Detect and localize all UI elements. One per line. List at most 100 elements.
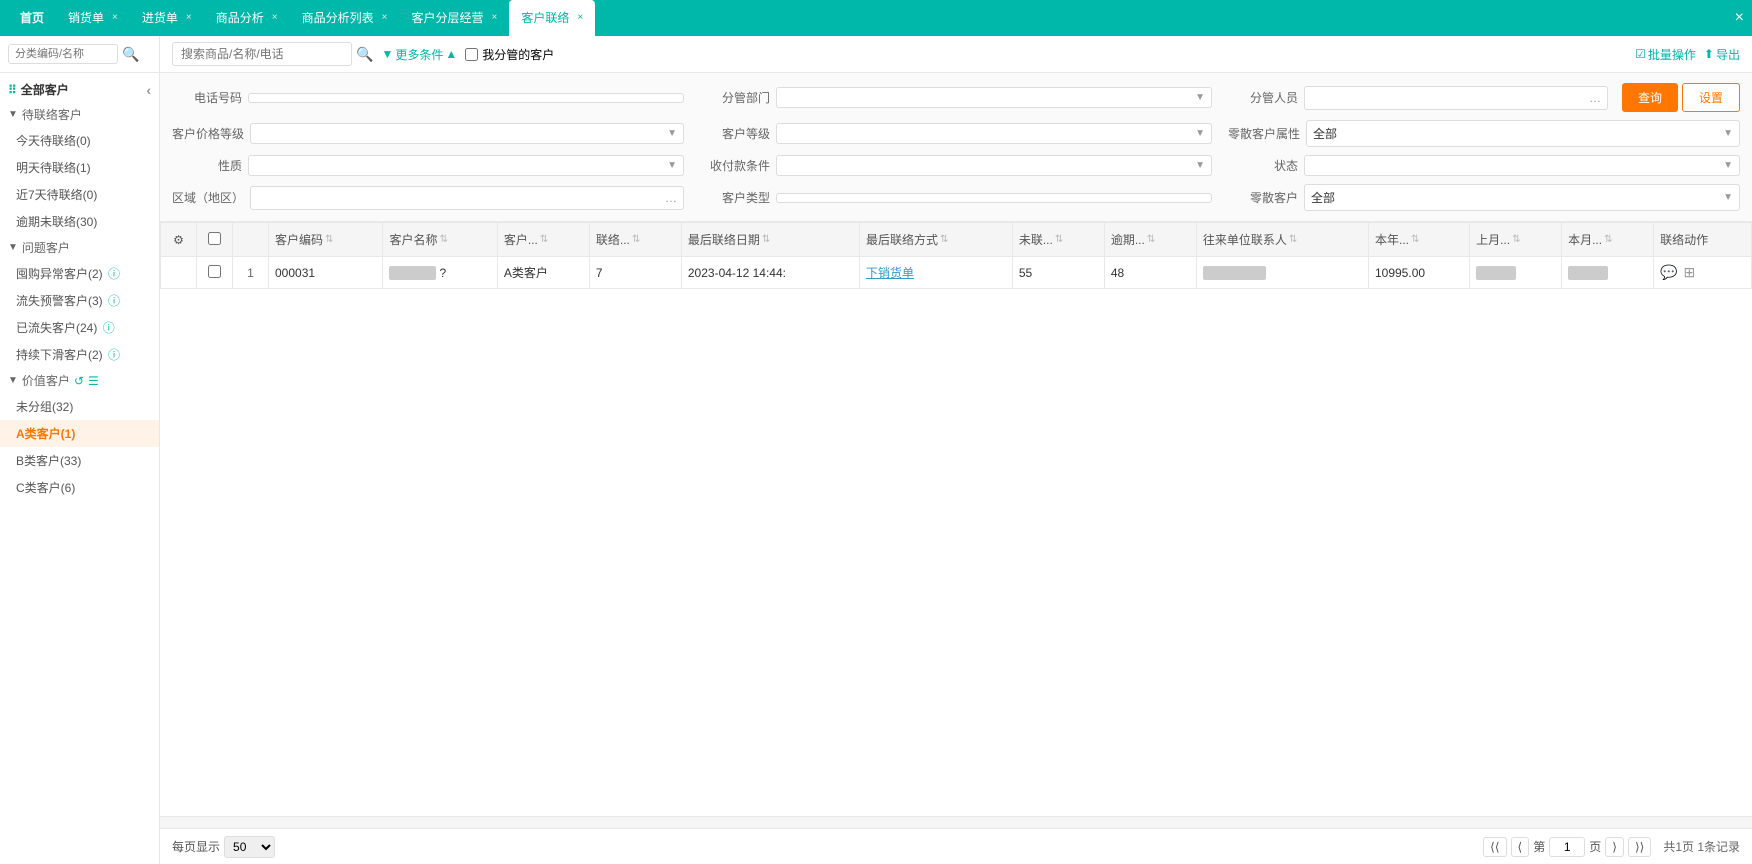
export-btn[interactable]: ⬆ 导出 — [1704, 46, 1740, 63]
close-product-analysis-list-icon[interactable]: × — [382, 0, 388, 36]
row-last-method[interactable]: 下销货单 — [859, 257, 1012, 289]
sort-contact-icon[interactable]: ⇅ — [632, 234, 640, 245]
filter-payment-select[interactable]: ▼ — [776, 155, 1212, 176]
filter-search-icon[interactable]: 🔍 — [356, 46, 373, 63]
th-name[interactable]: 客户名称 ⇅ — [383, 223, 497, 257]
sort-overdue-icon[interactable]: ⇅ — [1147, 234, 1155, 245]
current-page-input[interactable] — [1549, 837, 1585, 857]
th-last-month[interactable]: 上月... ⇅ — [1470, 223, 1562, 257]
my-customers-filter[interactable]: 我分管的客户 — [465, 46, 554, 63]
row-name[interactable]: Ea ? — [383, 257, 497, 289]
nav-home[interactable]: 首页 — [8, 0, 56, 36]
th-last-method[interactable]: 最后联络方式 ⇅ — [859, 223, 1012, 257]
filter-status-select[interactable]: ▼ — [1304, 155, 1740, 176]
sidebar-item-tomorrow-pending[interactable]: 明天待联络(1) — [0, 154, 159, 181]
sidebar-item-c-class[interactable]: C类客户(6) — [0, 474, 159, 501]
sidebar-item-churned[interactable]: 已流失客户(24) ⓘ — [0, 314, 159, 341]
sort-this-month-icon[interactable]: ⇅ — [1604, 234, 1612, 245]
sort-last-month-icon[interactable]: ⇅ — [1512, 234, 1520, 245]
close-purchase-order-icon[interactable]: × — [186, 0, 192, 36]
filter-region-input[interactable]: … — [250, 186, 684, 210]
sort-unit-contact-icon[interactable]: ⇅ — [1289, 234, 1297, 245]
sidebar-item-overdue-contact[interactable]: 逾期未联络(30) — [0, 208, 159, 235]
filter-search-input[interactable] — [172, 42, 352, 66]
sidebar-collapse-btn[interactable]: ‹ — [146, 82, 151, 98]
sidebar-item-b-class[interactable]: B类客户(33) — [0, 447, 159, 474]
sort-this-year-icon[interactable]: ⇅ — [1411, 234, 1419, 245]
close-sales-order-icon[interactable]: × — [112, 0, 118, 36]
value-group-refresh[interactable]: ↺ — [74, 374, 84, 388]
filter-manager-dots[interactable]: … — [1589, 91, 1601, 105]
settings-icon[interactable]: ⚙ — [173, 233, 184, 247]
close-all-tabs[interactable]: × — [1735, 9, 1744, 27]
filter-dept-select[interactable]: ▼ — [776, 87, 1212, 108]
next-page-btn[interactable]: ⟩ — [1605, 837, 1624, 857]
sidebar-group-value[interactable]: ▼ 价值客户 ↺ ☰ — [0, 368, 159, 393]
filter-region-dots[interactable]: … — [665, 191, 677, 205]
sort-last-method-icon[interactable]: ⇅ — [940, 234, 948, 245]
filter-retail-customer-select[interactable]: 全部 ▼ — [1304, 184, 1740, 211]
th-no-contact[interactable]: 未联... ⇅ — [1012, 223, 1104, 257]
close-customer-contact-icon[interactable]: × — [577, 0, 583, 36]
filter-retail-attr-select[interactable]: 全部 ▼ — [1306, 120, 1740, 147]
sort-code-icon[interactable]: ⇅ — [325, 234, 333, 245]
prev-page-btn[interactable]: ⟨ — [1511, 837, 1530, 857]
batch-ops-btn[interactable]: ☑ 批量操作 — [1635, 46, 1696, 63]
nav-product-analysis[interactable]: 商品分析 × — [204, 0, 290, 36]
sidebar-all-customers-header: ⠿ 全部客户 ‹ — [0, 73, 159, 102]
th-settings[interactable]: ⚙ — [161, 223, 197, 257]
nav-customer-contact[interactable]: 客户联络 × — [509, 0, 595, 36]
th-this-year[interactable]: 本年... ⇅ — [1368, 223, 1469, 257]
sidebar-search-icon[interactable]: 🔍 — [122, 46, 139, 63]
select-all-checkbox[interactable] — [208, 232, 221, 245]
sidebar-group-problem[interactable]: ▼ 问题客户 — [0, 235, 159, 260]
row-qr-icon[interactable]: ⊞ — [1684, 264, 1696, 281]
sidebar-item-ungrouped[interactable]: 未分组(32) — [0, 393, 159, 420]
close-product-analysis-icon[interactable]: × — [272, 0, 278, 36]
sidebar-item-hoarding-abnormal[interactable]: 囤购异常客户(2) ⓘ — [0, 260, 159, 287]
last-page-btn[interactable]: ⟩⟩ — [1628, 837, 1651, 857]
first-page-btn[interactable]: ⟨⟨ — [1483, 837, 1506, 857]
row-chat-icon[interactable]: 💬 — [1660, 264, 1677, 281]
nav-product-analysis-list[interactable]: 商品分析列表 × — [290, 0, 400, 36]
sidebar-item-a-class[interactable]: A类客户(1) — [0, 420, 159, 447]
sort-last-date-icon[interactable]: ⇅ — [762, 234, 770, 245]
filter-phone-input[interactable] — [248, 93, 684, 103]
th-type[interactable]: 客户... ⇅ — [497, 223, 589, 257]
h-scrollbar-area[interactable] — [160, 816, 1752, 828]
settings-button[interactable]: 设置 — [1682, 83, 1740, 112]
sidebar-item-churn-warning[interactable]: 流失预警客户(3) ⓘ — [0, 287, 159, 314]
query-button[interactable]: 查询 — [1622, 83, 1678, 112]
page-size-select[interactable]: 50 20 100 200 — [224, 836, 275, 858]
row-last-method-link[interactable]: 下销货单 — [866, 266, 914, 280]
filter-customer-level-select[interactable]: ▼ — [776, 123, 1212, 144]
close-customer-segment-icon[interactable]: × — [491, 0, 497, 36]
sidebar-item-7day-pending[interactable]: 近7天待联络(0) — [0, 181, 159, 208]
row-checkbox[interactable] — [208, 265, 221, 278]
sidebar-item-today-pending[interactable]: 今天待联络(0) — [0, 127, 159, 154]
filter-customer-type-input[interactable] — [776, 193, 1212, 203]
sort-no-contact-icon[interactable]: ⇅ — [1055, 234, 1063, 245]
th-contact[interactable]: 联络... ⇅ — [589, 223, 681, 257]
th-unit-contact[interactable]: 往来单位联系人 ⇅ — [1196, 223, 1368, 257]
value-group-settings[interactable]: ☰ — [88, 374, 99, 388]
filter-manager-input[interactable]: … — [1304, 86, 1608, 110]
sidebar-group-pending[interactable]: ▼ 待联络客户 — [0, 102, 159, 127]
nav-customer-segment[interactable]: 客户分层经营 × — [399, 0, 509, 36]
th-checkbox[interactable] — [197, 223, 233, 257]
th-this-month[interactable]: 本月... ⇅ — [1562, 223, 1654, 257]
nav-sales-order[interactable]: 销货单 × — [56, 0, 130, 36]
nav-purchase-order[interactable]: 进货单 × — [130, 0, 204, 36]
th-code[interactable]: 客户编码 ⇅ — [269, 223, 383, 257]
my-customers-checkbox[interactable] — [465, 48, 478, 61]
th-overdue[interactable]: 逾期... ⇅ — [1104, 223, 1196, 257]
filter-nature-select[interactable]: ▼ — [248, 155, 684, 176]
sidebar-item-declining[interactable]: 持续下滑客户(2) ⓘ — [0, 341, 159, 368]
sort-type-icon[interactable]: ⇅ — [540, 234, 548, 245]
th-last-date[interactable]: 最后联络日期 ⇅ — [681, 223, 859, 257]
more-conditions-btn[interactable]: ▼ 更多条件 ▲ — [381, 46, 457, 63]
sidebar-search-input[interactable] — [8, 44, 118, 64]
filter-price-level-select[interactable]: ▼ — [250, 123, 684, 144]
sort-name-icon[interactable]: ⇅ — [439, 234, 447, 245]
row-checkbox-cell[interactable] — [197, 257, 233, 289]
